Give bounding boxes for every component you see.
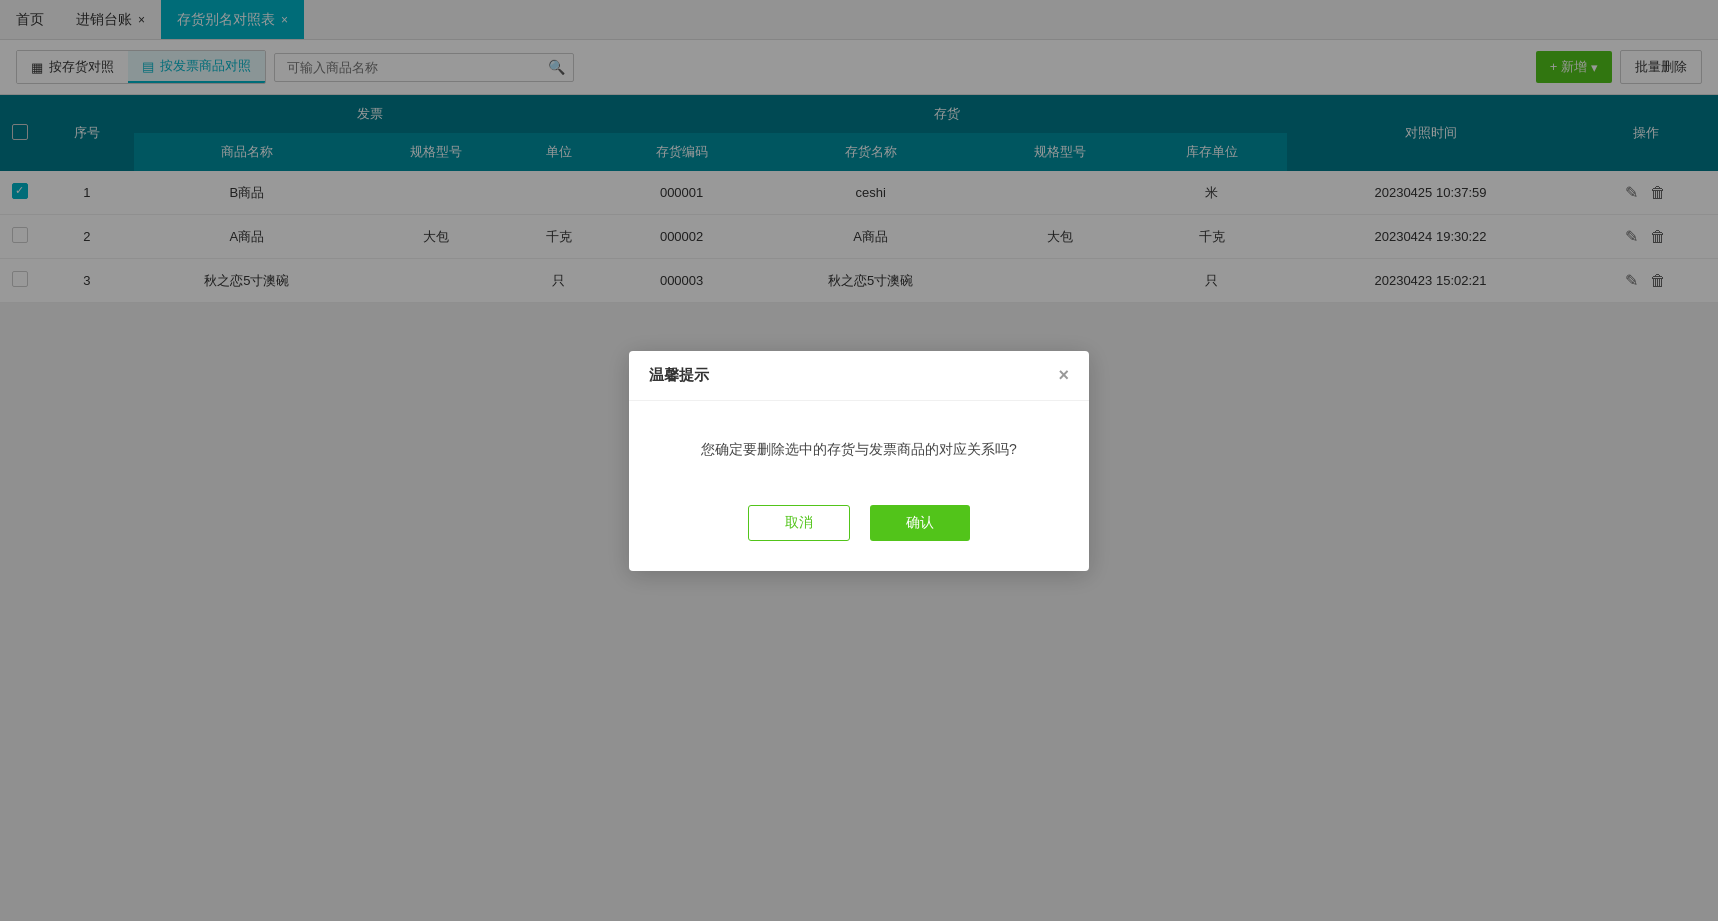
confirm-overlay: 温馨提示 × 您确定要删除选中的存货与发票商品的对应关系吗? 取消 确认	[0, 0, 1718, 303]
